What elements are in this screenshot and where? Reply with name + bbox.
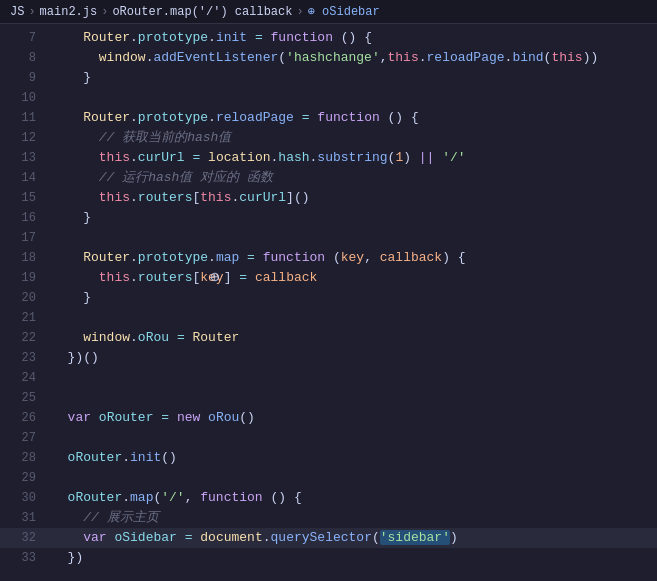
line-number: 16	[8, 208, 36, 228]
code-line: 27	[0, 428, 657, 448]
line-number: 18	[8, 248, 36, 268]
breadcrumb: JS › main2.js › oRouter.map('/') callbac…	[0, 0, 657, 24]
line-content: oRouter.init()	[52, 448, 649, 468]
line-number: 24	[8, 368, 36, 388]
line-content: // 运行hash值 对应的 函数	[52, 168, 649, 188]
line-number: 30	[8, 488, 36, 508]
breadcrumb-js: JS	[10, 5, 24, 19]
line-number: 9	[8, 68, 36, 88]
line-number: 15	[8, 188, 36, 208]
line-number: 31	[8, 508, 36, 528]
code-line: 19 this.routers[key] = callback⊕	[0, 268, 657, 288]
line-number: 20	[8, 288, 36, 308]
code-line: 23 })()	[0, 348, 657, 368]
line-content: var oSidebar = document.querySelector('s…	[52, 528, 649, 548]
code-line: 22 window.oRou = Router	[0, 328, 657, 348]
line-number: 14	[8, 168, 36, 188]
line-content: // 获取当前的hash值	[52, 128, 649, 148]
line-number: 11	[8, 108, 36, 128]
line-content: window.addEventListener('hashchange',thi…	[52, 48, 649, 68]
line-content: }	[52, 68, 649, 88]
line-number: 17	[8, 228, 36, 248]
code-line: 25	[0, 388, 657, 408]
line-content: }	[52, 288, 649, 308]
line-number: 28	[8, 448, 36, 468]
line-number: 26	[8, 408, 36, 428]
code-line: 17	[0, 228, 657, 248]
line-content: this.routers[key] = callback	[52, 268, 649, 288]
line-content: this.routers[this.curUrl]()	[52, 188, 649, 208]
code-line: 12 // 获取当前的hash值	[0, 128, 657, 148]
line-content: })()	[52, 348, 649, 368]
line-content: }	[52, 208, 649, 228]
line-content: oRouter.map('/', function () {	[52, 488, 649, 508]
line-number: 13	[8, 148, 36, 168]
code-line: 24	[0, 368, 657, 388]
line-number: 21	[8, 308, 36, 328]
code-line: 7 Router.prototype.init = function () {	[0, 28, 657, 48]
line-number: 23	[8, 348, 36, 368]
line-number: 19	[8, 268, 36, 288]
line-number: 8	[8, 48, 36, 68]
line-number: 32	[8, 528, 36, 548]
code-line: 28 oRouter.init()	[0, 448, 657, 468]
code-line: 8 window.addEventListener('hashchange',t…	[0, 48, 657, 68]
code-editor: 7 Router.prototype.init = function () {8…	[0, 24, 657, 579]
line-content: this.curUrl = location.hash.substring(1)…	[52, 148, 649, 168]
line-number: 27	[8, 428, 36, 448]
code-line: 15 this.routers[this.curUrl]()	[0, 188, 657, 208]
code-line: 21	[0, 308, 657, 328]
line-content: window.oRou = Router	[52, 328, 649, 348]
code-line: 10	[0, 88, 657, 108]
line-content: Router.prototype.init = function () {	[52, 28, 649, 48]
line-number: 7	[8, 28, 36, 48]
code-line: 32 var oSidebar = document.querySelector…	[0, 528, 657, 548]
code-line: 13 this.curUrl = location.hash.substring…	[0, 148, 657, 168]
code-line: 20 }	[0, 288, 657, 308]
breadcrumb-file: main2.js	[40, 5, 98, 19]
code-line: 31 // 展示主页	[0, 508, 657, 528]
code-line: 26 var oRouter = new oRou()	[0, 408, 657, 428]
line-number: 25	[8, 388, 36, 408]
line-content: })	[52, 548, 649, 568]
line-content: Router.prototype.reloadPage = function (…	[52, 108, 649, 128]
breadcrumb-context1: oRouter.map('/') callback	[112, 5, 292, 19]
line-content: var oRouter = new oRou()	[52, 408, 649, 428]
code-line: 18 Router.prototype.map = function (key,…	[0, 248, 657, 268]
code-line: 16 }	[0, 208, 657, 228]
code-line: 33 })	[0, 548, 657, 568]
line-number: 33	[8, 548, 36, 568]
line-content: // 展示主页	[52, 508, 649, 528]
breadcrumb-context2: ⊕ oSidebar	[308, 4, 380, 19]
line-number: 10	[8, 88, 36, 108]
code-line: 11 Router.prototype.reloadPage = functio…	[0, 108, 657, 128]
line-number: 12	[8, 128, 36, 148]
code-line: 14 // 运行hash值 对应的 函数	[0, 168, 657, 188]
code-line: 30 oRouter.map('/', function () {	[0, 488, 657, 508]
code-line: 9 }	[0, 68, 657, 88]
code-line: 29	[0, 468, 657, 488]
line-content: Router.prototype.map = function (key, ca…	[52, 248, 649, 268]
line-number: 29	[8, 468, 36, 488]
line-number: 22	[8, 328, 36, 348]
